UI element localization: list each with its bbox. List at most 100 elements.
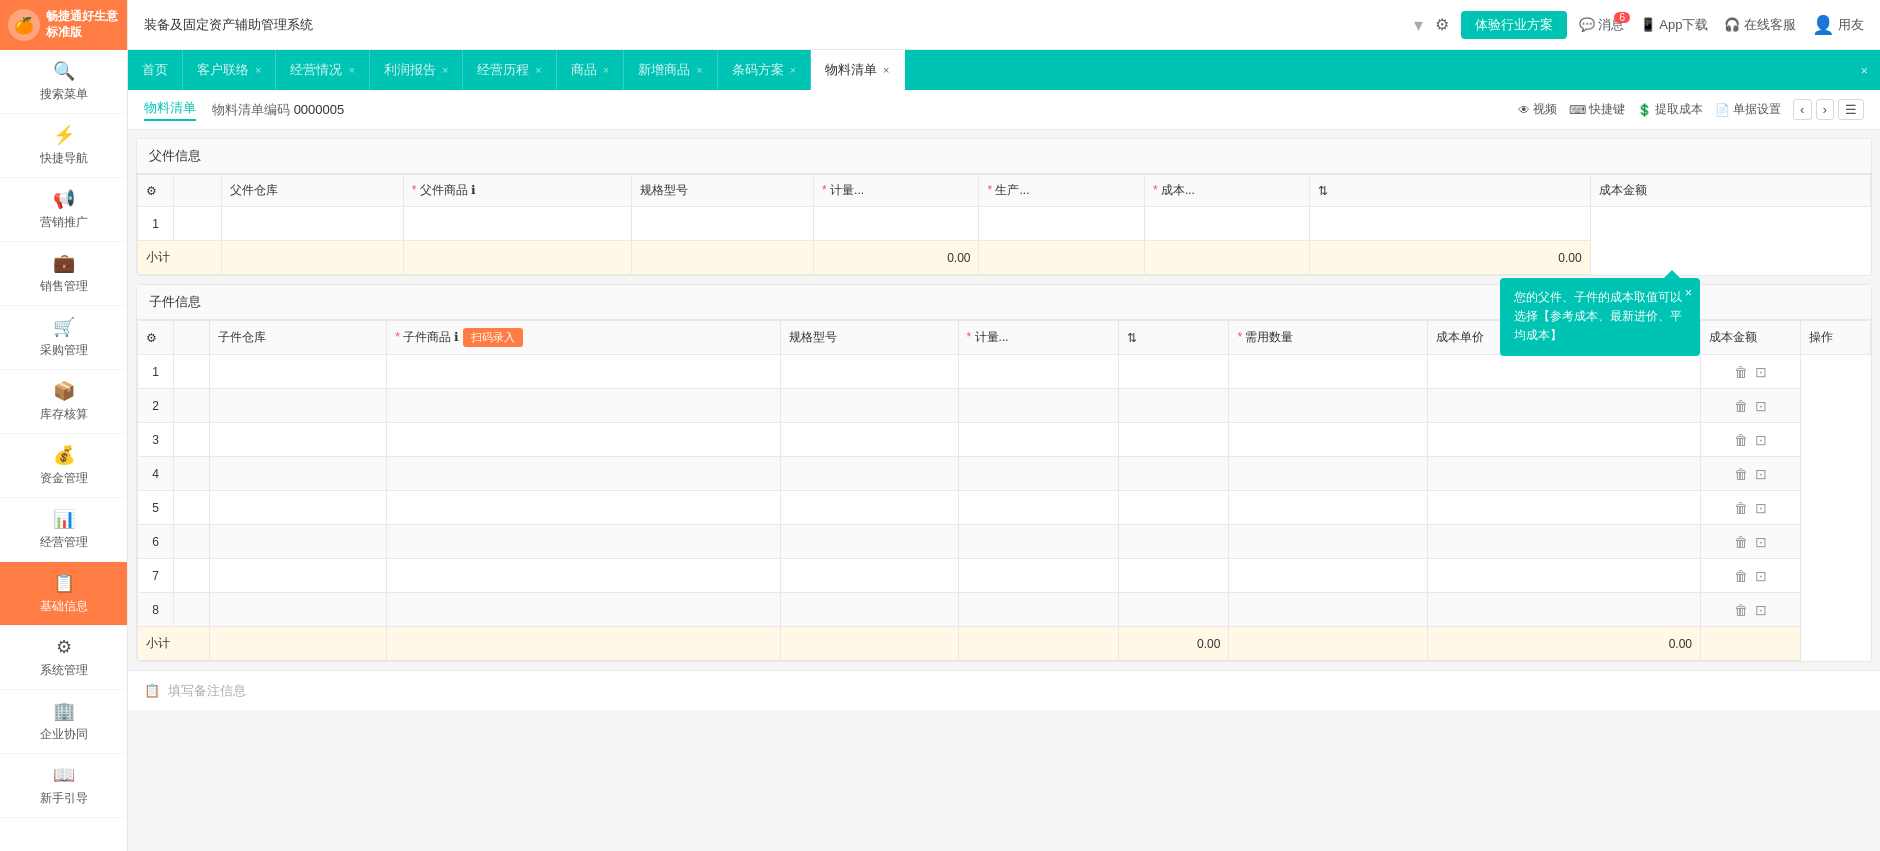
child-row-8-spec[interactable] [387,593,781,627]
single-setting-action[interactable]: 📄 单据设置 [1715,101,1781,118]
child-row-3-goods[interactable] [210,423,387,457]
nav-tab-close-history[interactable]: × [535,64,541,76]
child-row-8-goods[interactable] [210,593,387,627]
nav-tab-bom[interactable]: 物料清单× [811,50,904,90]
parent-th-gear[interactable]: ⚙ [138,175,174,207]
child-row-7-warehouse[interactable] [174,559,210,593]
shortcut-action[interactable]: ⌨ 快捷键 [1569,101,1625,118]
nav-tab-close-bom[interactable]: × [883,64,889,76]
child-row-4-unit[interactable] [781,457,958,491]
nav-tab-close-goods[interactable]: × [603,64,609,76]
scan-button[interactable]: 扫码录入 [463,328,523,347]
sidebar-item-guide[interactable]: 📖新手引导 [0,754,127,818]
dropdown-icon[interactable]: ▾ [1414,14,1423,36]
nav-tab-close-profit[interactable]: × [442,64,448,76]
delete-icon-2[interactable]: 🗑 [1734,398,1748,414]
child-row-4-unit-cost[interactable] [1229,457,1428,491]
delete-icon-3[interactable]: 🗑 [1734,432,1748,448]
child-row-3-quantity[interactable] [1119,423,1229,457]
nav-tab-goods[interactable]: 商品× [557,50,624,90]
child-row-8-unit[interactable] [781,593,958,627]
parent-row-1-cost[interactable] [979,207,1144,241]
sidebar-item-enterprise[interactable]: 🏢企业协同 [0,690,127,754]
child-row-4-goods[interactable] [210,457,387,491]
child-row-1-unit-cost[interactable] [1229,355,1428,389]
child-row-5-warehouse[interactable] [174,491,210,525]
child-row-2-unit[interactable] [781,389,958,423]
delete-icon-5[interactable]: 🗑 [1734,500,1748,516]
sidebar-item-basic[interactable]: 📋基础信息 [0,562,127,626]
note-text[interactable]: 填写备注信息 [168,682,246,700]
sidebar-item-search[interactable]: 🔍搜索菜单 [0,50,127,114]
parent-row-1-production[interactable] [814,207,979,241]
child-row-5-goods[interactable] [210,491,387,525]
child-row-3-spec[interactable] [387,423,781,457]
cost-action[interactable]: 💲 提取成本 [1637,101,1703,118]
view-action[interactable]: 👁 视频 [1518,101,1557,118]
child-row-5-spec[interactable] [387,491,781,525]
child-row-4-quantity[interactable] [1119,457,1229,491]
copy-icon-6[interactable]: ⊡ [1755,534,1767,550]
online-service[interactable]: 🎧 在线客服 [1724,16,1796,34]
sidebar-item-quick-nav[interactable]: ⚡快捷导航 [0,114,127,178]
child-row-8-warehouse[interactable] [174,593,210,627]
delete-icon-6[interactable]: 🗑 [1734,534,1748,550]
child-row-6-spec[interactable] [387,525,781,559]
copy-icon-5[interactable]: ⊡ [1755,500,1767,516]
parent-row-1-goods[interactable] [221,207,403,241]
child-row-3-unit-cost[interactable] [1229,423,1428,457]
nav-tab-close-customer[interactable]: × [255,64,261,76]
child-row-2-goods[interactable] [210,389,387,423]
child-row-3-unit[interactable] [781,423,958,457]
child-row-7-unit[interactable] [781,559,958,593]
copy-icon-8[interactable]: ⊡ [1755,602,1767,618]
nav-tab-history[interactable]: 经营历程× [463,50,556,90]
child-row-5-unit-cost[interactable] [1229,491,1428,525]
child-row-4-warehouse[interactable] [174,457,210,491]
sidebar-item-system[interactable]: ⚙系统管理 [0,626,127,690]
nav-tab-profit[interactable]: 利润报告× [370,50,463,90]
tooltip-close-icon[interactable]: × [1685,284,1692,303]
child-row-1-goods[interactable] [210,355,387,389]
child-row-7-unit-cost[interactable] [1229,559,1428,593]
child-row-4-spec[interactable] [387,457,781,491]
child-row-1-warehouse[interactable] [174,355,210,389]
nav-tab-new-goods[interactable]: 新增商品× [624,50,717,90]
nav-tab-barcode[interactable]: 条码方案× [718,50,811,90]
child-row-8-unit-cost[interactable] [1229,593,1428,627]
trial-button[interactable]: 体验行业方案 [1461,11,1567,39]
child-th-gear[interactable]: ⚙ [138,321,174,355]
menu-btn[interactable]: ☰ [1838,99,1864,120]
delete-icon-1[interactable]: 🗑 [1734,364,1748,380]
child-row-5-unit[interactable] [781,491,958,525]
sidebar-item-sales[interactable]: 💼销售管理 [0,242,127,306]
app-download[interactable]: 📱 App下载 [1640,16,1708,34]
nav-tab-close-new-goods[interactable]: × [696,64,702,76]
child-row-7-goods[interactable] [210,559,387,593]
sub-tab-bom-list[interactable]: 物料清单 [144,99,196,121]
delete-icon-4[interactable]: 🗑 [1734,466,1748,482]
nav-tab-customer[interactable]: 客户联络× [183,50,276,90]
copy-icon-1[interactable]: ⊡ [1755,364,1767,380]
parent-row-1-spec[interactable] [403,207,631,241]
child-row-2-unit-cost[interactable] [1229,389,1428,423]
sidebar-item-operation[interactable]: 📊经营管理 [0,498,127,562]
child-row-2-spec[interactable] [387,389,781,423]
child-row-2-quantity[interactable] [1119,389,1229,423]
next-arrow[interactable]: › [1816,99,1834,120]
parent-row-1-unit[interactable] [631,207,813,241]
sidebar-item-marketing[interactable]: 📢营销推广 [0,178,127,242]
message-badge[interactable]: 💬 6 消息 [1579,16,1625,34]
sidebar-item-finance[interactable]: 💰资金管理 [0,434,127,498]
child-row-1-unit[interactable] [781,355,958,389]
nav-tab-close-business[interactable]: × [348,64,354,76]
gear-icon[interactable]: ⚙ [1435,15,1449,34]
child-row-6-quantity[interactable] [1119,525,1229,559]
child-row-5-quantity[interactable] [1119,491,1229,525]
child-row-3-warehouse[interactable] [174,423,210,457]
sidebar-item-purchase[interactable]: 🛒采购管理 [0,306,127,370]
child-row-7-spec[interactable] [387,559,781,593]
child-row-6-unit-cost[interactable] [1229,525,1428,559]
copy-icon-4[interactable]: ⊡ [1755,466,1767,482]
child-row-1-quantity[interactable] [1119,355,1229,389]
